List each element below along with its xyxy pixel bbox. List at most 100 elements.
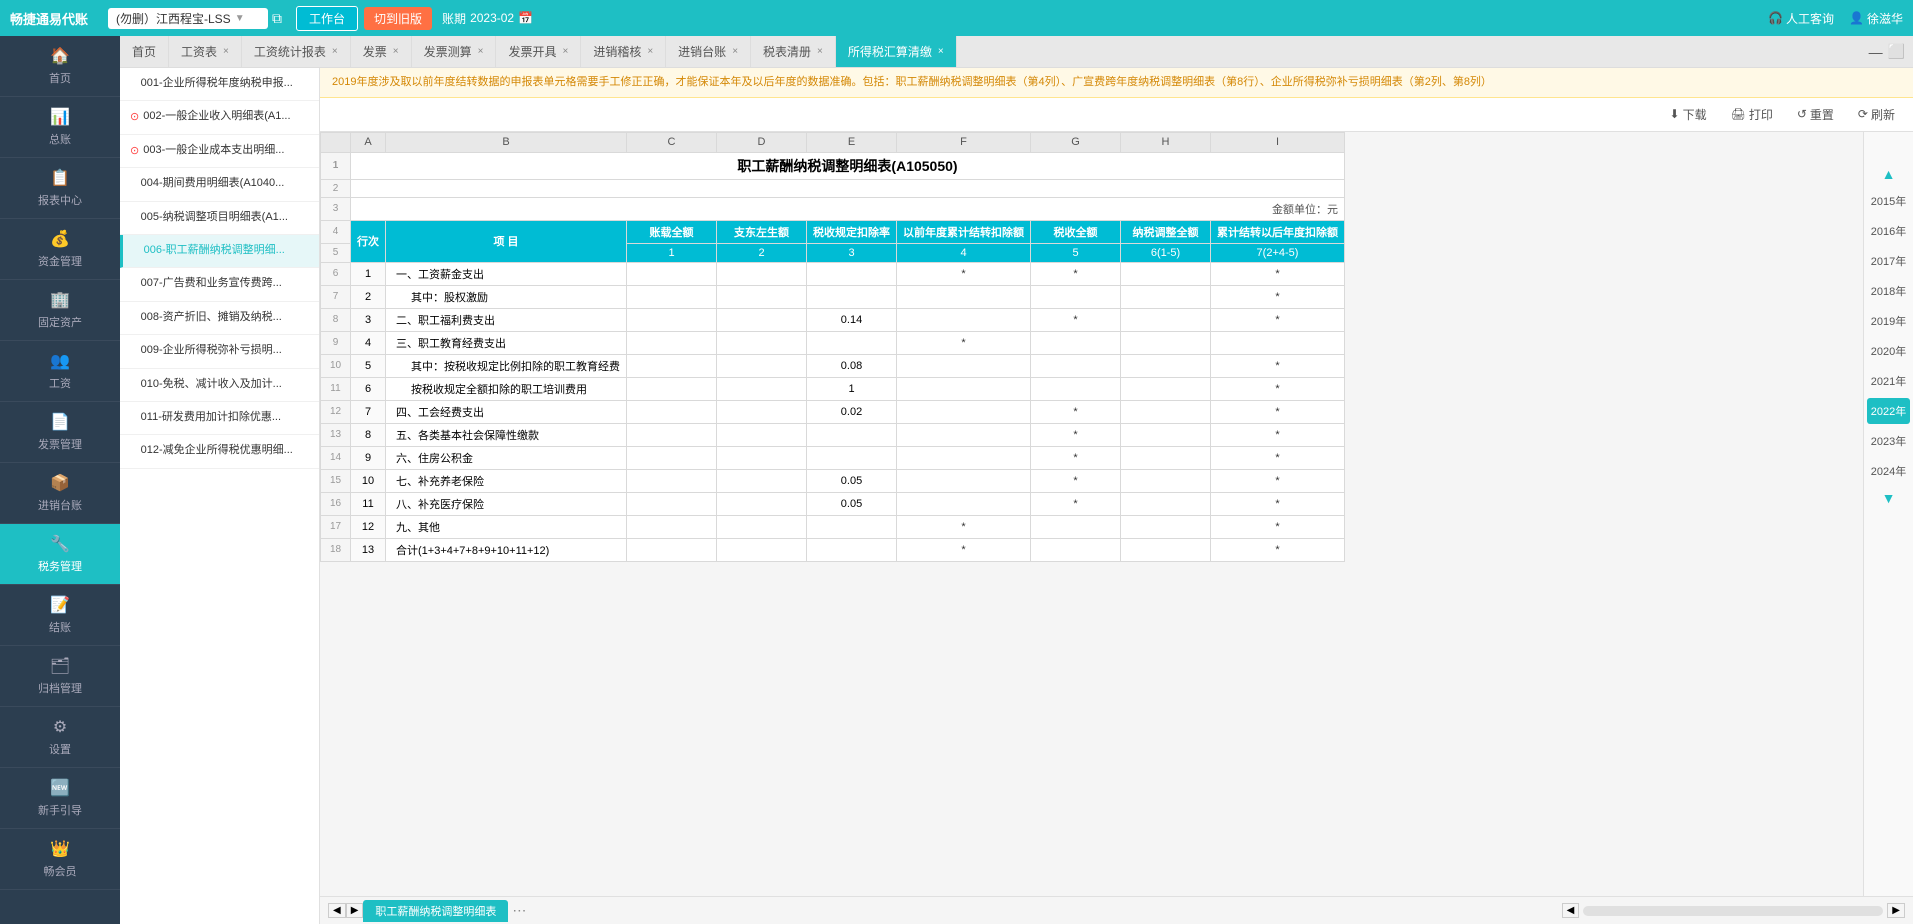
year-item-2019[interactable]: 2019年 — [1867, 308, 1910, 334]
right-content: 2019年度涉及取以前年度结转数据的申报表单元格需要手工修正正确，才能保证本年及… — [320, 68, 1913, 924]
col-header-blank — [321, 132, 351, 152]
year-down-arrow[interactable]: ▼ — [1878, 486, 1900, 510]
sidebar-item-guide[interactable]: 🆕 新手引导 — [0, 768, 120, 829]
list-item-006[interactable]: ● 006-职工薪酬纳税调整明细... — [120, 235, 319, 268]
scroll-right-button[interactable]: ▶ — [346, 903, 364, 918]
tab-home[interactable]: 首页 — [120, 36, 169, 68]
reset-icon: ↺ — [1797, 107, 1807, 121]
year-item-2016[interactable]: 2016年 — [1867, 218, 1910, 244]
list-item-004[interactable]: ● 004-期间费用明细表(A1040... — [120, 168, 319, 201]
error-icon: ⊙ — [130, 110, 139, 125]
list-item-010[interactable]: ● 010-免税、减计收入及加计... — [120, 369, 319, 402]
sidebar-item-member[interactable]: 👑 畅会员 — [0, 829, 120, 890]
table-row: 15 10 七、补充养老保险 0.05 * * — [321, 469, 1345, 492]
table-row: 13 8 五、各类基本社会保障性缴款 * * — [321, 423, 1345, 446]
year-item-2024[interactable]: 2024年 — [1867, 458, 1910, 484]
sidebar-item-report[interactable]: 📋 报表中心 — [0, 158, 120, 219]
sidebar-item-home[interactable]: 🏠 首页 — [0, 36, 120, 97]
sidebar-item-label: 进销台账 — [38, 497, 82, 513]
sidebar-item-settings[interactable]: ⚙ 设置 — [0, 707, 120, 768]
year-item-2021[interactable]: 2021年 — [1867, 368, 1910, 394]
tab-maximize-button[interactable]: ⬜ — [1888, 43, 1905, 60]
year-item-2020[interactable]: 2020年 — [1867, 338, 1910, 364]
table-row: 11 6 按税收规定全额扣除的职工培训费用 1 * — [321, 377, 1345, 400]
sidebar-item-ledger[interactable]: 📊 总账 — [0, 97, 120, 158]
service-button[interactable]: 🎧 人工客询 — [1768, 10, 1834, 27]
year-item-2022[interactable]: 2022年 — [1867, 398, 1910, 424]
download-icon: ⬇ — [1670, 107, 1680, 121]
sidebar-item-salary[interactable]: 👥 工资 — [0, 341, 120, 402]
year-item-2015[interactable]: 2015年 — [1867, 188, 1910, 214]
list-item-001[interactable]: ● 001-企业所得税年度纳税申报... — [120, 68, 319, 101]
col-header-E: E — [807, 132, 897, 152]
ledger-icon: 📊 — [50, 107, 70, 127]
sidebar-item-tax[interactable]: 🔧 税务管理 — [0, 524, 120, 585]
refresh-button[interactable]: ⟳ 刷新 — [1852, 104, 1901, 125]
tab-sales-ledger[interactable]: 进销台账 × — [666, 36, 751, 68]
reset-button[interactable]: ↺ 重置 — [1791, 104, 1840, 125]
calendar-icon[interactable]: 📅 — [518, 11, 533, 25]
tab-close-icon[interactable]: × — [478, 46, 484, 57]
sidebar-item-label: 固定资产 — [38, 314, 82, 330]
tab-close-icon[interactable]: × — [732, 46, 738, 57]
tab-invoice-open[interactable]: 发票开具 × — [496, 36, 581, 68]
list-item-002[interactable]: ⊙ 002-一般企业收入明细表(A1... — [120, 101, 319, 134]
year-item-2018[interactable]: 2018年 — [1867, 278, 1910, 304]
print-button[interactable]: 🖨 打印 — [1725, 104, 1779, 125]
scroll-hbar-right[interactable]: ▶ — [1887, 903, 1905, 918]
header-col3: 税收规定扣除率 — [807, 220, 897, 243]
sidebar-item-invoice[interactable]: 📄 发票管理 — [0, 402, 120, 463]
sidebar-item-finance[interactable]: 💰 资金管理 — [0, 219, 120, 280]
settings-icon: ⚙ — [53, 717, 67, 737]
list-item-003[interactable]: ⊙ 003-一般企业成本支出明细... — [120, 135, 319, 168]
sidebar-item-sales[interactable]: 📦 进销台账 — [0, 463, 120, 524]
list-item-009[interactable]: ● 009-企业所得税弥补亏损明... — [120, 335, 319, 368]
scroll-hbar-left[interactable]: ◀ — [1562, 903, 1580, 918]
tab-close-icon[interactable]: × — [647, 46, 653, 57]
spreadsheet-main[interactable]: A B C D E F G H I — [320, 132, 1863, 897]
tab-invoice-calc[interactable]: 发票测算 × — [412, 36, 497, 68]
company-selector[interactable]: (勿删）江西程宝-LSS ▼ — [108, 8, 268, 29]
scroll-left-button[interactable]: ◀ — [328, 903, 346, 918]
horizontal-scrollbar[interactable] — [1583, 906, 1883, 916]
tab-check[interactable]: 进销稽核 × — [581, 36, 666, 68]
tab-invoice[interactable]: 发票 × — [351, 36, 412, 68]
list-item-008[interactable]: ● 008-资产折旧、摊销及纳税... — [120, 302, 319, 335]
user-button[interactable]: 👤 徐滋华 — [1849, 10, 1903, 27]
list-item-012[interactable]: ● 012-减免企业所得税优惠明细... — [120, 435, 319, 468]
list-item-011[interactable]: ● 011-研发费用加计扣除优惠... — [120, 402, 319, 435]
table-header-row1: 4 行次 项 目 账载全额 支东左生额 税收规定扣除率 以前年度累计结转扣除额 … — [321, 220, 1345, 243]
tab-close-icon[interactable]: × — [223, 46, 229, 57]
old-version-button[interactable]: 切到旧版 — [364, 7, 432, 30]
header-item: 项 目 — [386, 220, 627, 262]
year-item-2023[interactable]: 2023年 — [1867, 428, 1910, 454]
sidebar-item-label: 发票管理 — [38, 436, 82, 452]
tab-income-tax[interactable]: 所得税汇算清缴 × — [836, 36, 957, 68]
sheet-tab[interactable]: 职工薪酬纳税调整明细表 — [363, 900, 508, 922]
tab-close-icon[interactable]: × — [562, 46, 568, 57]
sidebar-item-archive[interactable]: 🗂 归档管理 — [0, 646, 120, 707]
tab-close-icon[interactable]: × — [332, 46, 338, 57]
tax-icon: 🔧 — [50, 534, 70, 554]
sheet-options-button[interactable]: ⋯ — [512, 902, 526, 919]
tab-close-icon[interactable]: × — [938, 46, 944, 57]
tab-salary-table[interactable]: 工资表 × — [169, 36, 242, 68]
list-item-005[interactable]: ● 005-纳税调整项目明细表(A1... — [120, 202, 319, 235]
sidebar-item-close[interactable]: 📝 结账 — [0, 585, 120, 646]
tab-close-icon[interactable]: × — [817, 46, 823, 57]
download-button[interactable]: ⬇ 下载 — [1664, 104, 1713, 125]
user-avatar: 👤 — [1849, 11, 1864, 25]
tab-tax-book[interactable]: 税表清册 × — [751, 36, 836, 68]
year-item-2017[interactable]: 2017年 — [1867, 248, 1910, 274]
workbench-button[interactable]: 工作台 — [296, 6, 358, 31]
copy-icon[interactable]: ⧉ — [268, 8, 286, 29]
tab-salary-report[interactable]: 工资统计报表 × — [242, 36, 351, 68]
col-header-F: F — [897, 132, 1031, 152]
tab-close-icon[interactable]: × — [393, 46, 399, 57]
sidebar-item-assets[interactable]: 🏢 固定资产 — [0, 280, 120, 341]
list-panel: ● 001-企业所得税年度纳税申报... ⊙ 002-一般企业收入明细表(A1.… — [120, 68, 320, 924]
tab-minimize-button[interactable]: — — [1869, 44, 1883, 60]
year-up-arrow[interactable]: ▲ — [1878, 162, 1900, 186]
error-icon: ● — [130, 277, 137, 292]
list-item-007[interactable]: ● 007-广告费和业务宣传费跨... — [120, 268, 319, 301]
